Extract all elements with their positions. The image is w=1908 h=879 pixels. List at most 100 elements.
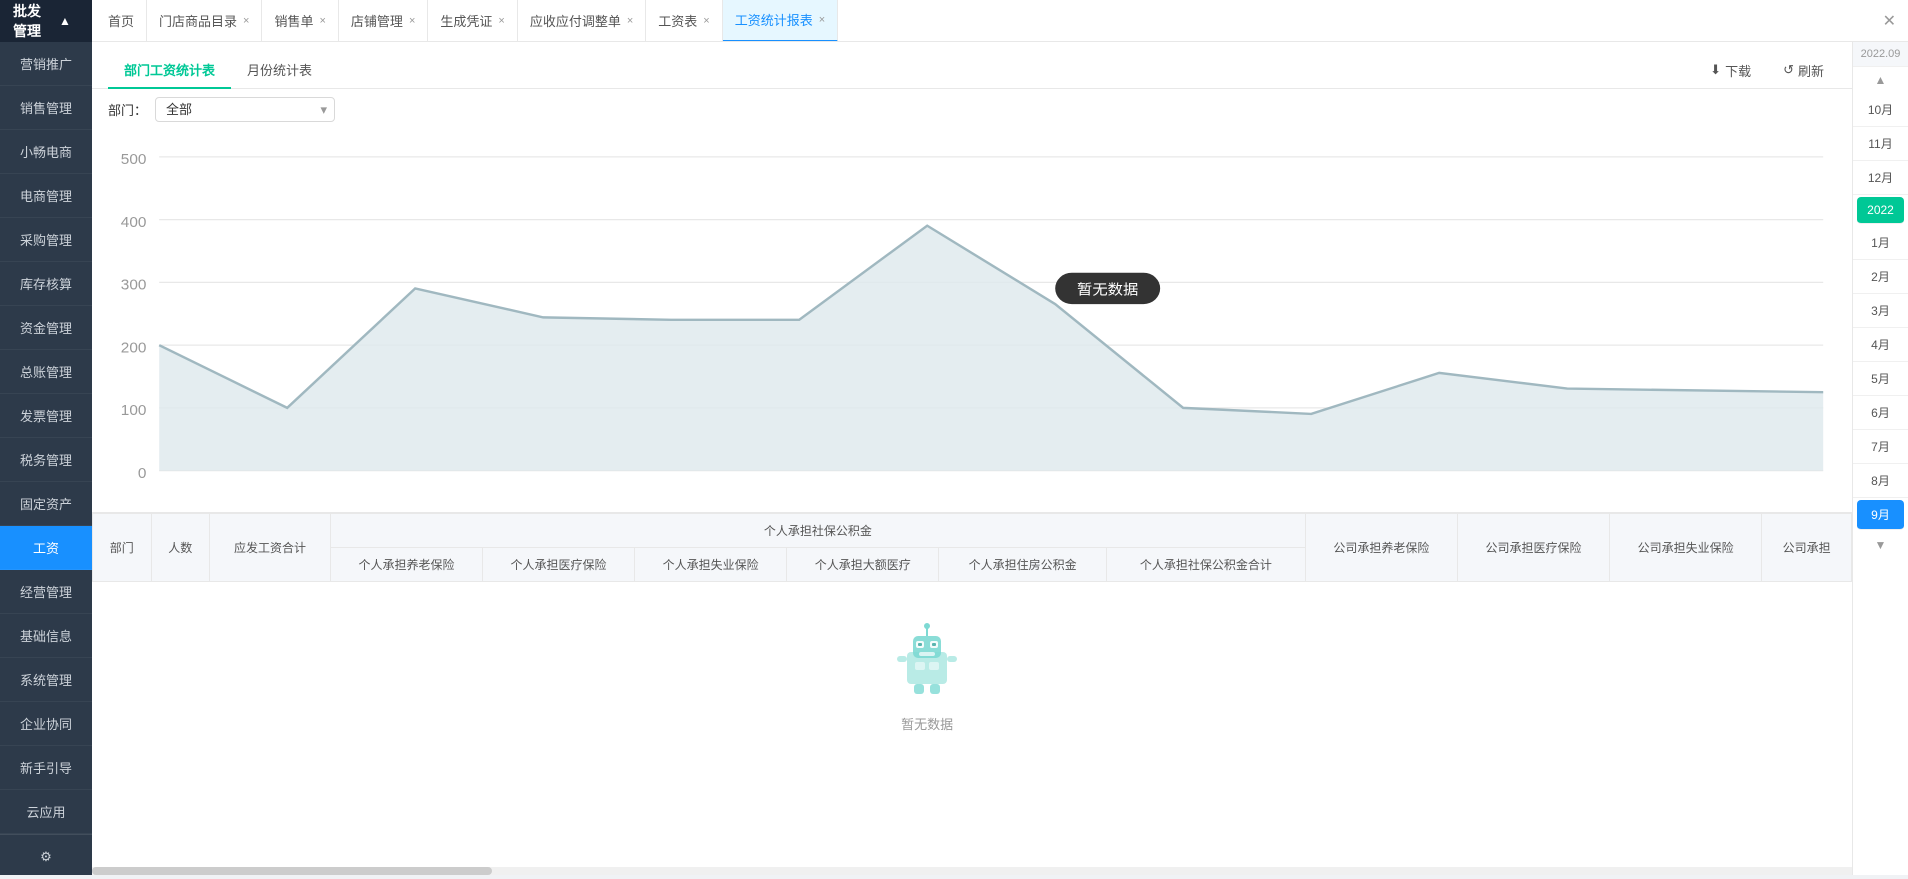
tabbar-items: 首页门店商品目录×销售单×店铺管理×生成凭证×应收应付调整单×工资表×工资统计报… xyxy=(96,0,1871,42)
col-personal-pension: 个人承担养老保险 xyxy=(330,548,482,582)
month-item-10月[interactable]: 10月 xyxy=(1853,93,1908,127)
filter-row: 部门： 全部 xyxy=(92,89,1852,130)
month-item-1月[interactable]: 1月 xyxy=(1853,226,1908,260)
col-personal-medical: 个人承担医疗保险 xyxy=(483,548,635,582)
chart-area: 500 400 300 200 100 0 xyxy=(92,130,1852,512)
svg-text:100: 100 xyxy=(121,403,147,419)
svg-text:暂无数据: 暂无数据 xyxy=(1077,282,1138,298)
tab-close-生成凭证[interactable]: × xyxy=(498,15,504,27)
department-filter-label: 部门： xyxy=(108,100,147,119)
tab-门店商品目录[interactable]: 门店商品目录× xyxy=(147,0,262,42)
empty-state: 暂无数据 xyxy=(93,582,1762,753)
refresh-label: 刷新 xyxy=(1798,61,1824,80)
sidebar-item-税务管理[interactable]: 税务管理 xyxy=(0,438,92,482)
col-personal-unemployment: 个人承担失业保险 xyxy=(635,548,787,582)
close-all-button[interactable]: ✕ xyxy=(1871,11,1908,31)
tab-close-应收应付调整单[interactable]: × xyxy=(627,15,633,27)
tabbar: 首页门店商品目录×销售单×店铺管理×生成凭证×应收应付调整单×工资表×工资统计报… xyxy=(92,0,1908,42)
tab-首页[interactable]: 首页 xyxy=(96,0,147,42)
table-section: 部门 人数 应发工资合计 个人承担社保公积金 公司承担养老保险 公司承担医疗保险… xyxy=(92,512,1852,875)
scrollbar-thumb[interactable] xyxy=(92,867,492,875)
content-area: 部门工资统计表月份统计表 ⬇ 下载 ↺ 刷新 部门： xyxy=(92,42,1908,875)
month-item-11月[interactable]: 11月 xyxy=(1853,127,1908,161)
tab-工资表[interactable]: 工资表× xyxy=(646,0,722,42)
sidebar-item-电商管理[interactable]: 电商管理 xyxy=(0,174,92,218)
col-gross-salary: 应发工资合计 xyxy=(210,514,331,582)
col-department: 部门 xyxy=(93,514,152,582)
tab-生成凭证[interactable]: 生成凭证× xyxy=(428,0,517,42)
download-button[interactable]: ⬇ 下载 xyxy=(1698,57,1763,84)
svg-text:500: 500 xyxy=(121,152,147,168)
month-item-2022[interactable]: 2022 xyxy=(1857,197,1904,224)
sidebar-item-销售管理[interactable]: 销售管理 xyxy=(0,86,92,130)
sidebar-item-工资[interactable]: 工资 xyxy=(0,526,92,570)
empty-text: 暂无数据 xyxy=(901,714,953,733)
month-item-12月[interactable]: 12月 xyxy=(1853,161,1908,195)
sidebar-item-系统管理[interactable]: 系统管理 xyxy=(0,658,92,702)
sidebar-collapse-icon[interactable]: ▲ xyxy=(46,14,84,28)
tab-close-销售单[interactable]: × xyxy=(319,15,325,27)
nav-up-button[interactable]: ▲ xyxy=(1853,67,1908,93)
table-wrapper[interactable]: 部门 人数 应发工资合计 个人承担社保公积金 公司承担养老保险 公司承担医疗保险… xyxy=(92,513,1852,867)
month-item-8月[interactable]: 8月 xyxy=(1853,464,1908,498)
col-company-medical: 公司承担医疗保险 xyxy=(1457,514,1609,582)
col-personal-housing: 个人承担住房公积金 xyxy=(939,548,1107,582)
department-select-wrapper: 全部 xyxy=(155,97,335,122)
svg-text:200: 200 xyxy=(121,340,147,356)
tab-应收应付调整单[interactable]: 应收应付调整单× xyxy=(518,0,646,42)
settings-icon: ⚙ xyxy=(40,849,52,864)
sidebar-items: 营销推广销售管理小畅电商电商管理采购管理库存核算资金管理总账管理发票管理税务管理… xyxy=(0,42,92,834)
col-company-other: 公司承担 xyxy=(1762,514,1852,582)
col-company-unemployment: 公司承担失业保险 xyxy=(1610,514,1762,582)
nav-down-button[interactable]: ▼ xyxy=(1853,532,1908,558)
page-content: 部门工资统计表月份统计表 ⬇ 下载 ↺ 刷新 部门： xyxy=(92,42,1852,875)
table-scrollbar[interactable] xyxy=(92,867,1852,875)
tab-close-门店商品目录[interactable]: × xyxy=(243,15,249,27)
sidebar-item-经营管理[interactable]: 经营管理 xyxy=(0,570,92,614)
sidebar-item-发票管理[interactable]: 发票管理 xyxy=(0,394,92,438)
settings-button[interactable]: ⚙ xyxy=(0,834,92,879)
sidebar-item-营销推广[interactable]: 营销推广 xyxy=(0,42,92,86)
right-panel: 2022.09 ▲ 10月11月12月20221月2月3月4月5月6月7月8月9… xyxy=(1852,42,1908,875)
sidebar-item-库存核算[interactable]: 库存核算 xyxy=(0,262,92,306)
subtab-items: 部门工资统计表月份统计表 xyxy=(108,52,328,88)
sidebar-item-基础信息[interactable]: 基础信息 xyxy=(0,614,92,658)
svg-text:0: 0 xyxy=(138,465,147,481)
department-select[interactable]: 全部 xyxy=(155,97,335,122)
sidebar-item-资金管理[interactable]: 资金管理 xyxy=(0,306,92,350)
col-personal-total: 个人承担社保公积金合计 xyxy=(1106,548,1305,582)
sidebar-title: 批发管理 xyxy=(8,1,46,41)
tab-close-工资表[interactable]: × xyxy=(703,15,709,27)
sidebar-item-小畅电商[interactable]: 小畅电商 xyxy=(0,130,92,174)
tab-close-店铺管理[interactable]: × xyxy=(409,15,415,27)
col-personal-major-medical: 个人承担大额医疗 xyxy=(787,548,939,582)
tab-工资统计报表[interactable]: 工资统计报表× xyxy=(723,0,838,42)
sidebar-header: 批发管理 ▲ xyxy=(0,0,92,42)
month-item-4月[interactable]: 4月 xyxy=(1853,328,1908,362)
subtab-月份统计表[interactable]: 月份统计表 xyxy=(231,52,328,89)
tab-店铺管理[interactable]: 店铺管理× xyxy=(339,0,428,42)
month-item-3月[interactable]: 3月 xyxy=(1853,294,1908,328)
svg-text:300: 300 xyxy=(121,277,147,293)
sidebar-item-固定资产[interactable]: 固定资产 xyxy=(0,482,92,526)
month-item-5月[interactable]: 5月 xyxy=(1853,362,1908,396)
year-label: 2022.09 xyxy=(1853,42,1908,67)
refresh-icon: ↺ xyxy=(1783,62,1794,78)
refresh-button[interactable]: ↺ 刷新 xyxy=(1771,57,1836,84)
month-item-6月[interactable]: 6月 xyxy=(1853,396,1908,430)
tab-销售单[interactable]: 销售单× xyxy=(262,0,338,42)
chart-svg: 500 400 300 200 100 0 xyxy=(108,140,1836,502)
sidebar-item-新手引导[interactable]: 新手引导 xyxy=(0,746,92,790)
tab-close-工资统计报表[interactable]: × xyxy=(819,14,825,26)
sidebar-item-企业协同[interactable]: 企业协同 xyxy=(0,702,92,746)
svg-text:400: 400 xyxy=(121,214,147,230)
main-area: 首页门店商品目录×销售单×店铺管理×生成凭证×应收应付调整单×工资表×工资统计报… xyxy=(92,0,1908,875)
month-item-2月[interactable]: 2月 xyxy=(1853,260,1908,294)
sidebar-item-采购管理[interactable]: 采购管理 xyxy=(0,218,92,262)
sidebar-item-总账管理[interactable]: 总账管理 xyxy=(0,350,92,394)
month-item-9月[interactable]: 9月 xyxy=(1857,500,1904,530)
empty-row: 暂无数据 xyxy=(93,582,1852,754)
subtab-部门工资统计表[interactable]: 部门工资统计表 xyxy=(108,52,231,89)
sidebar-item-云应用[interactable]: 云应用 xyxy=(0,790,92,834)
month-item-7月[interactable]: 7月 xyxy=(1853,430,1908,464)
